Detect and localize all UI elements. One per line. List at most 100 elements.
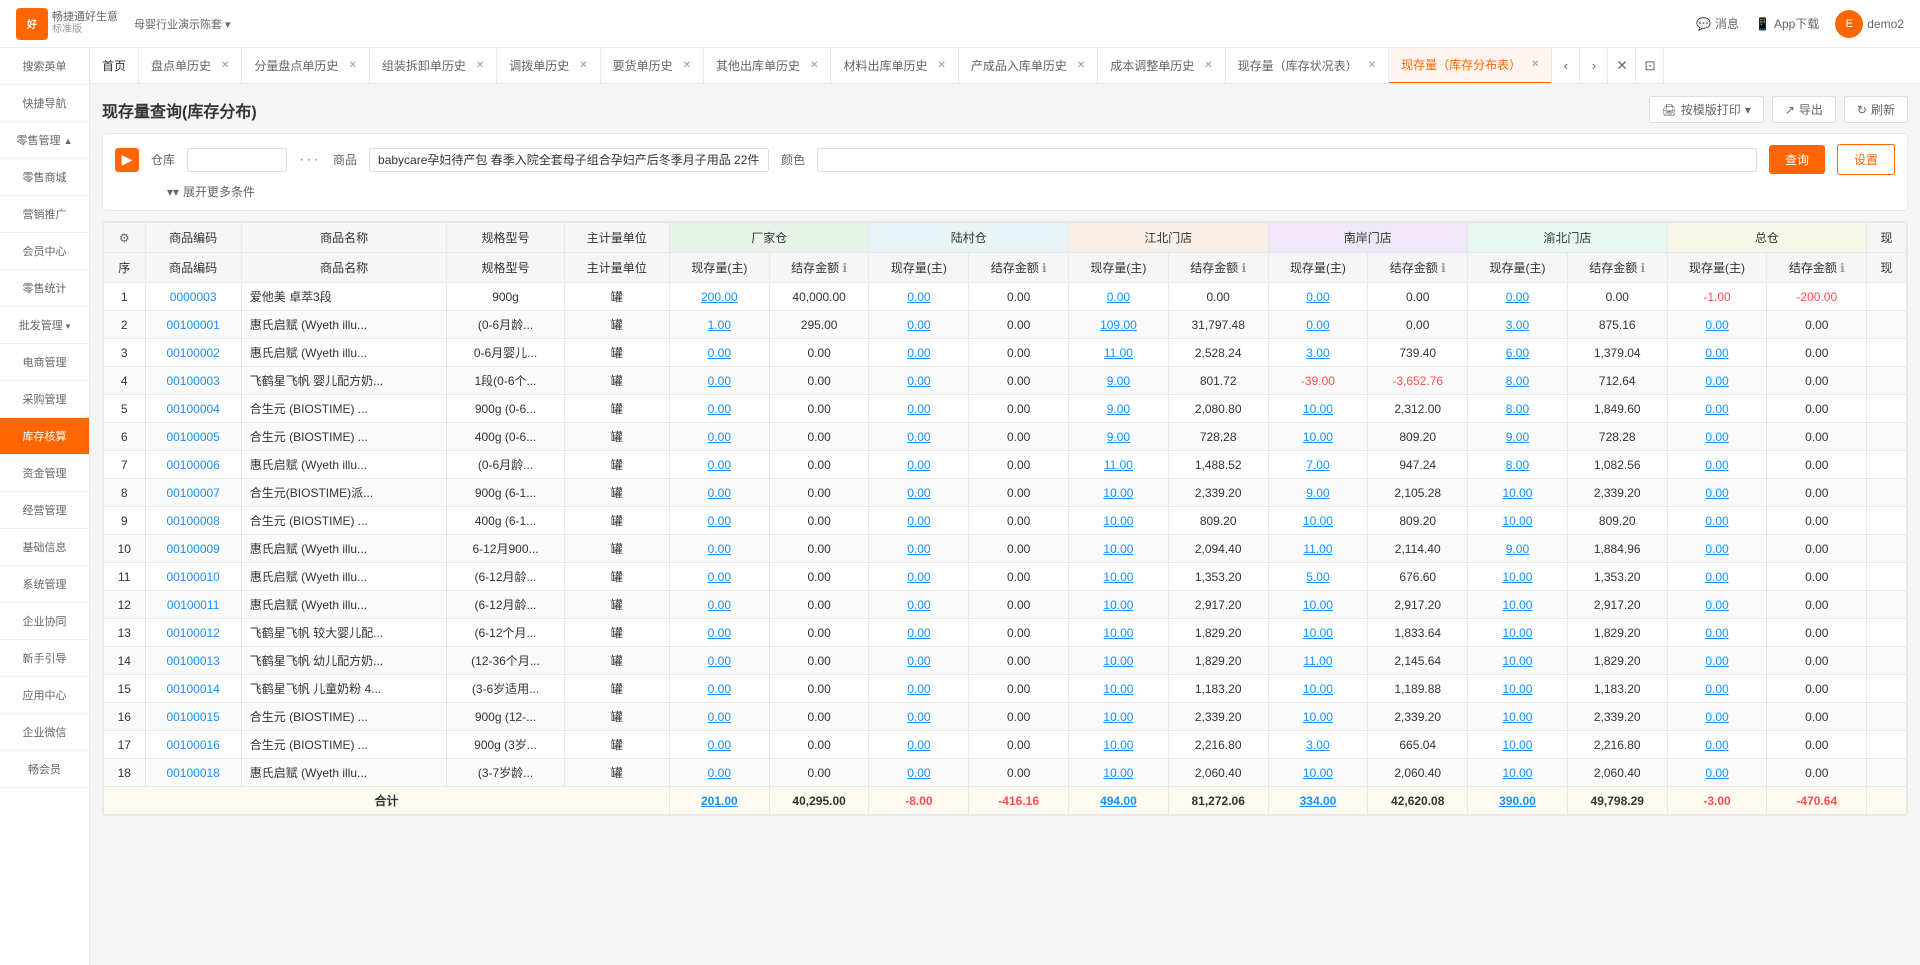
cell-l-qty[interactable]: 0.00 <box>869 423 969 451</box>
cell-na-qty[interactable]: 10.00 <box>1268 395 1368 423</box>
sidebar-item-inventory[interactable]: 库存核算 <box>0 418 89 455</box>
close-icon[interactable]: ✕ <box>1368 60 1376 71</box>
footer-yb-qty[interactable]: 390.00 <box>1468 787 1568 815</box>
close-icon[interactable]: ✕ <box>221 60 229 71</box>
close-icon[interactable]: ✕ <box>476 60 484 71</box>
cell-yb-qty[interactable]: 10.00 <box>1468 619 1568 647</box>
cell-na-qty[interactable]: 5.00 <box>1268 563 1368 591</box>
cell-jb-qty[interactable]: 11.00 <box>1069 339 1169 367</box>
tab-material-outbound[interactable]: 材料出库单历史 ✕ <box>831 48 958 84</box>
warehouse-input[interactable] <box>187 148 287 172</box>
close-icon[interactable]: ✕ <box>579 60 587 71</box>
tab-prev-btn[interactable]: ‹ <box>1552 48 1580 84</box>
cell-l-qty[interactable]: 0.00 <box>869 395 969 423</box>
cell-na-qty[interactable]: 11.00 <box>1268 647 1368 675</box>
cell-l-qty[interactable]: 0.00 <box>869 675 969 703</box>
cell-yb-qty[interactable]: 8.00 <box>1468 395 1568 423</box>
cell-jb-qty[interactable]: 109.00 <box>1069 311 1169 339</box>
cell-l-qty[interactable]: 0.00 <box>869 451 969 479</box>
cell-yb-qty[interactable]: 0.00 <box>1468 283 1568 311</box>
cell-jb-qty[interactable]: 10.00 <box>1069 507 1169 535</box>
sidebar-item-wholesale[interactable]: 批发管理 ▾ <box>0 307 89 344</box>
tab-stock-dist[interactable]: 现存量（库存分布表） ✕ <box>1389 48 1552 84</box>
cell-f-qty[interactable]: 0.00 <box>669 507 769 535</box>
cell-l-qty[interactable]: 0.00 <box>869 647 969 675</box>
footer-jb-qty[interactable]: 494.00 <box>1069 787 1169 815</box>
cell-na-qty[interactable]: 10.00 <box>1268 619 1368 647</box>
cell-f-qty[interactable]: 0.00 <box>669 339 769 367</box>
close-icon[interactable]: ✕ <box>683 60 691 71</box>
sidebar-item-retail-stats[interactable]: 零售统计 <box>0 270 89 307</box>
sidebar-item-enterprise[interactable]: 企业协同 <box>0 603 89 640</box>
sidebar-item-basic-info[interactable]: 基础信息 <box>0 529 89 566</box>
cell-na-qty[interactable]: 10.00 <box>1268 507 1368 535</box>
tab-expand-btn[interactable]: ⊡ <box>1636 48 1664 84</box>
cell-na-qty[interactable]: 10.00 <box>1268 675 1368 703</box>
setting-btn[interactable]: 设置 <box>1837 144 1895 175</box>
cell-l-qty[interactable]: 0.00 <box>869 339 969 367</box>
cell-f-qty[interactable]: 0.00 <box>669 479 769 507</box>
cell-yb-qty[interactable]: 10.00 <box>1468 759 1568 787</box>
app-download-btn[interactable]: 📱 App下载 <box>1755 15 1819 32</box>
message-btn[interactable]: 💬 消息 <box>1696 15 1739 32</box>
tab-close-all-btn[interactable]: ✕ <box>1608 48 1636 84</box>
cell-f-qty[interactable]: 0.00 <box>669 619 769 647</box>
industry-selector[interactable]: 母婴行业演示陈套 ▾ <box>134 16 231 32</box>
cell-jb-qty[interactable]: 10.00 <box>1069 731 1169 759</box>
sidebar-item-retail-mgmt[interactable]: 零售管理 ▲ <box>0 122 89 159</box>
cell-na-qty[interactable]: 11.00 <box>1268 535 1368 563</box>
cell-f-qty[interactable]: 0.00 <box>669 395 769 423</box>
sidebar-item-search[interactable]: 搜索英单 <box>0 48 89 85</box>
tab-stock-status[interactable]: 现存量（库存状况表） ✕ <box>1226 48 1389 84</box>
sidebar-item-app-center[interactable]: 应用中心 <box>0 677 89 714</box>
table-scroll[interactable]: ⚙ 商品编码 商品名称 规格型号 主计量单位 厂家仓 陆村仓 江北门店 南岸门店… <box>103 222 1907 815</box>
sidebar-item-member[interactable]: 会员中心 <box>0 233 89 270</box>
cell-na-qty[interactable]: 7.00 <box>1268 451 1368 479</box>
close-icon[interactable]: ✕ <box>348 60 356 71</box>
cell-yb-qty[interactable]: 10.00 <box>1468 563 1568 591</box>
cell-jb-qty[interactable]: 10.00 <box>1069 703 1169 731</box>
settings-icon[interactable]: ⚙ <box>119 231 130 245</box>
sidebar-item-system[interactable]: 系统管理 <box>0 566 89 603</box>
tab-requisition[interactable]: 要货单历史 ✕ <box>601 48 704 84</box>
cell-jb-qty[interactable]: 9.00 <box>1069 395 1169 423</box>
sidebar-item-member2[interactable]: 畅会员 <box>0 751 89 788</box>
footer-f-qty[interactable]: 201.00 <box>669 787 769 815</box>
user-area[interactable]: E demo2 <box>1835 10 1904 38</box>
export-btn[interactable]: ↗ 导出 <box>1772 96 1836 123</box>
footer-na-qty[interactable]: 334.00 <box>1268 787 1368 815</box>
cell-yb-qty[interactable]: 8.00 <box>1468 451 1568 479</box>
cell-jb-qty[interactable]: 0.00 <box>1069 283 1169 311</box>
cell-na-qty[interactable]: 10.00 <box>1268 759 1368 787</box>
cell-na-qty[interactable]: 10.00 <box>1268 591 1368 619</box>
cell-f-qty[interactable]: 0.00 <box>669 591 769 619</box>
cell-l-qty[interactable]: 0.00 <box>869 563 969 591</box>
print-btn[interactable]: 🖨 按模版打印 ▾ <box>1649 96 1764 123</box>
cell-na-qty[interactable]: -39.00 <box>1268 367 1368 395</box>
cell-l-qty[interactable]: 0.00 <box>869 311 969 339</box>
cell-f-qty[interactable]: 0.00 <box>669 451 769 479</box>
cell-jb-qty[interactable]: 11.00 <box>1069 451 1169 479</box>
sidebar-item-operations[interactable]: 经营管理 <box>0 492 89 529</box>
cell-na-qty[interactable]: 0.00 <box>1268 311 1368 339</box>
tab-product-inbound[interactable]: 产成品入库单历史 ✕ <box>959 48 1098 84</box>
sidebar-item-finance[interactable]: 资金管理 <box>0 455 89 492</box>
tab-transfer[interactable]: 调拨单历史 ✕ <box>497 48 600 84</box>
cell-yb-qty[interactable]: 9.00 <box>1468 535 1568 563</box>
cell-l-qty[interactable]: 0.00 <box>869 507 969 535</box>
product-input[interactable] <box>369 148 769 172</box>
cell-f-qty[interactable]: 0.00 <box>669 535 769 563</box>
cell-na-qty[interactable]: 10.00 <box>1268 703 1368 731</box>
cell-l-qty[interactable]: 0.00 <box>869 283 969 311</box>
cell-l-qty[interactable]: 0.00 <box>869 591 969 619</box>
tab-cost-adjust[interactable]: 成本调整单历史 ✕ <box>1098 48 1225 84</box>
close-icon[interactable]: ✕ <box>937 60 945 71</box>
sidebar-item-wechat[interactable]: 企业微信 <box>0 714 89 751</box>
cell-l-qty[interactable]: 0.00 <box>869 479 969 507</box>
expand-arrow-btn[interactable]: ▶ <box>115 148 139 172</box>
cell-jb-qty[interactable]: 10.00 <box>1069 591 1169 619</box>
cell-yb-qty[interactable]: 10.00 <box>1468 675 1568 703</box>
cell-f-qty[interactable]: 0.00 <box>669 675 769 703</box>
tab-partial-count[interactable]: 分量盘点单历史 ✕ <box>242 48 369 84</box>
cell-f-qty[interactable]: 0.00 <box>669 367 769 395</box>
